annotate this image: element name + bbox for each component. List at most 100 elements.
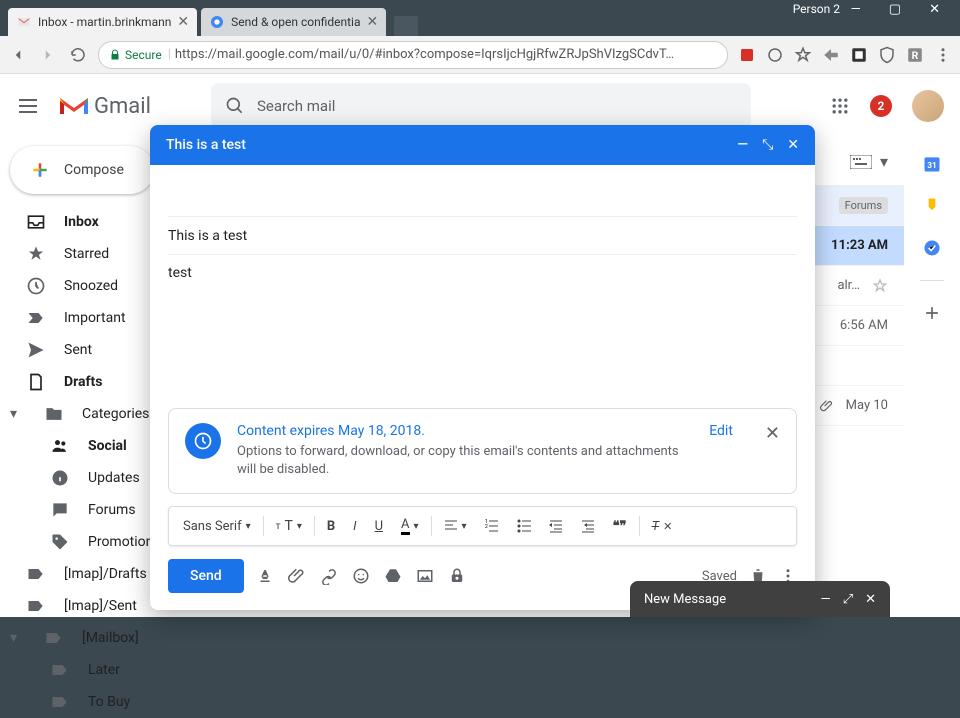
add-icon[interactable] xyxy=(922,303,942,323)
secure-badge: Secure xyxy=(109,48,162,62)
extension-icon[interactable] xyxy=(738,46,756,64)
close-icon[interactable]: ✕ xyxy=(787,137,799,153)
gmail-favicon-icon xyxy=(16,14,32,30)
gmail-m-icon xyxy=(58,94,90,118)
tab-close-icon[interactable]: ✕ xyxy=(177,14,189,30)
italic-button[interactable]: I xyxy=(347,515,362,538)
text-color-button[interactable]: A ▾ xyxy=(395,513,425,539)
new-tab-button[interactable] xyxy=(394,16,418,36)
star-icon[interactable] xyxy=(872,278,888,294)
avatar[interactable] xyxy=(912,90,944,122)
bookmark-icon[interactable] xyxy=(794,46,812,64)
apps-grid-icon[interactable] xyxy=(830,96,850,116)
image-icon[interactable] xyxy=(416,567,434,585)
inbox-icon xyxy=(26,212,46,232)
quote-button[interactable]: ❝❞ xyxy=(607,515,633,538)
indent-more-button[interactable] xyxy=(575,515,601,537)
tab-close-icon[interactable]: ✕ xyxy=(366,14,378,30)
label-icon xyxy=(50,660,70,680)
calendar-icon[interactable]: 31 xyxy=(922,154,942,174)
font-family-select[interactable]: Sans Serif ▾ xyxy=(177,515,257,538)
chevron-down-icon[interactable]: ▾ xyxy=(880,152,888,171)
tasks-icon[interactable] xyxy=(922,238,942,258)
svg-text:R: R xyxy=(912,48,919,61)
compose-button[interactable]: Compose xyxy=(10,146,154,194)
close-icon[interactable]: ✕ xyxy=(865,592,876,607)
back-button[interactable] xyxy=(8,45,28,65)
extension-icon[interactable] xyxy=(822,46,840,64)
keyboard-icon[interactable] xyxy=(850,155,872,169)
mini-compose-title: New Message xyxy=(644,592,726,607)
folder-later[interactable]: Later xyxy=(0,654,256,686)
notification-badge[interactable]: 2 xyxy=(870,95,892,117)
format-icon[interactable] xyxy=(256,567,274,585)
important-icon xyxy=(26,308,46,328)
svg-text:2: 2 xyxy=(485,524,488,530)
bold-button[interactable]: B xyxy=(321,515,341,538)
send-button[interactable]: Send xyxy=(168,559,244,593)
star-icon xyxy=(26,244,46,264)
indent-less-button[interactable] xyxy=(543,515,569,537)
lock-icon xyxy=(109,49,121,61)
body-field[interactable]: test xyxy=(168,255,797,400)
mini-compose-window[interactable]: New Message — ⤢ ✕ xyxy=(630,581,890,617)
emoji-icon[interactable] xyxy=(352,567,370,585)
numbered-list-button[interactable]: 12 xyxy=(479,515,505,537)
align-button[interactable]: ▾ xyxy=(438,515,473,537)
subject-field[interactable]: This is a test xyxy=(168,217,797,255)
attachment-icon xyxy=(820,399,834,413)
browser-tab[interactable]: Send & open confidentia ✕ xyxy=(201,8,386,36)
reload-button[interactable] xyxy=(68,45,88,65)
label-icon xyxy=(50,692,70,712)
minimize-icon[interactable]: — xyxy=(737,137,748,153)
expand-icon[interactable]: ⤡ xyxy=(762,137,773,153)
address-bar[interactable]: Secure | https://mail.google.com/mail/u/… xyxy=(98,41,728,69)
underline-button[interactable]: U xyxy=(369,515,389,538)
extension-icon[interactable] xyxy=(850,46,868,64)
forward-button[interactable] xyxy=(38,45,58,65)
gmail-logo[interactable]: Gmail xyxy=(58,94,151,119)
drive-icon[interactable] xyxy=(384,567,402,585)
compose-window: This is a test — ⤡ ✕ This is a test test… xyxy=(150,125,815,610)
confidential-desc: Options to forward, download, or copy th… xyxy=(237,443,693,479)
font-size-select[interactable]: тT ▾ xyxy=(270,514,308,538)
tag-icon xyxy=(50,532,70,552)
confidential-icon xyxy=(185,423,221,459)
extension-icon[interactable]: R xyxy=(906,46,924,64)
confidential-close-icon[interactable]: ✕ xyxy=(765,423,780,444)
minimize-button[interactable]: — xyxy=(851,2,861,17)
link-icon[interactable] xyxy=(320,567,338,585)
expand-icon[interactable]: ⤢ xyxy=(843,592,853,607)
tab-title: Inbox - martin.brinkmann xyxy=(38,15,171,29)
bullet-list-button[interactable] xyxy=(511,515,537,537)
info-icon xyxy=(50,468,70,488)
folder-to-buy[interactable]: To Buy xyxy=(0,686,256,718)
people-icon xyxy=(50,436,70,456)
confidential-edit-button[interactable]: Edit xyxy=(709,423,733,439)
chevron-down-icon: ▾ xyxy=(10,406,22,422)
extension-icon[interactable] xyxy=(766,46,784,64)
menu-icon[interactable] xyxy=(934,46,952,64)
keep-icon[interactable] xyxy=(922,196,942,216)
extension-icons: R xyxy=(738,46,952,64)
folder-mailbox[interactable]: ▾[Mailbox] xyxy=(0,622,256,654)
compose-header[interactable]: This is a test — ⤡ ✕ xyxy=(150,125,815,165)
plus-icon xyxy=(30,160,50,180)
gmail-text: Gmail xyxy=(94,94,151,119)
shield-icon[interactable] xyxy=(878,46,896,64)
attachment-icon[interactable] xyxy=(288,567,306,585)
confidential-banner: Content expires May 18, 2018. Options to… xyxy=(168,408,797,494)
maximize-button[interactable]: ▢ xyxy=(889,2,901,17)
minimize-icon[interactable]: — xyxy=(821,592,831,607)
to-field[interactable] xyxy=(168,179,797,217)
search-icon xyxy=(225,96,245,116)
search-box[interactable]: Search mail xyxy=(211,83,751,129)
close-button[interactable]: ✕ xyxy=(929,2,940,17)
confidential-title: Content expires May 18, 2018. xyxy=(237,423,693,439)
right-panel: 31 xyxy=(904,138,960,617)
browser-tab-active[interactable]: Inbox - martin.brinkmann ✕ xyxy=(8,8,197,36)
clear-format-button[interactable]: T✕ xyxy=(646,515,679,538)
confidential-mode-icon[interactable] xyxy=(448,567,466,585)
hamburger-icon[interactable] xyxy=(16,94,40,118)
titlebar-person: Person 2 xyxy=(793,2,840,16)
